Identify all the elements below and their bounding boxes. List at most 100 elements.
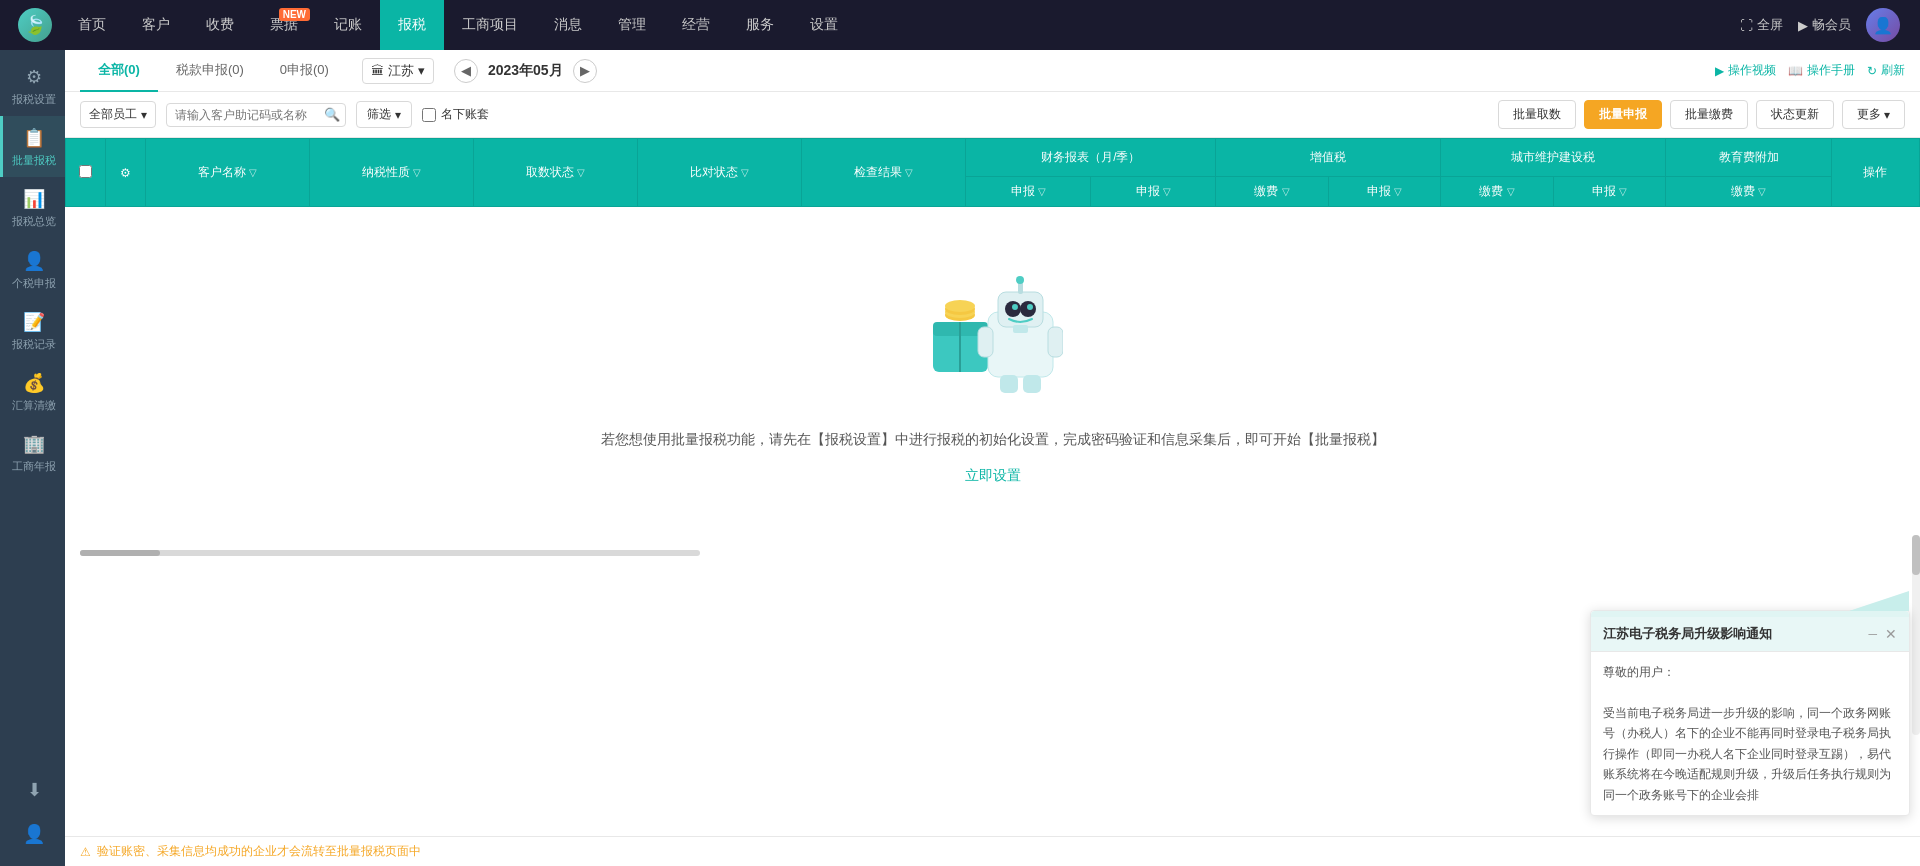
batch-pay-button[interactable]: 批量缴费 <box>1670 100 1748 129</box>
filter-icon[interactable]: ▽ <box>741 167 749 178</box>
employee-select[interactable]: 全部员工 ▾ <box>80 101 156 128</box>
province-selector[interactable]: 🏛 江苏 ▾ <box>362 58 434 84</box>
nav-service[interactable]: 服务 <box>728 0 792 50</box>
filter-icon[interactable]: ▽ <box>1282 186 1290 197</box>
nav-business[interactable]: 工商项目 <box>444 0 536 50</box>
setup-link[interactable]: 立即设置 <box>965 467 1021 485</box>
sidebar-download[interactable]: ⬇ <box>0 768 65 812</box>
book-icon: 📖 <box>1788 64 1803 78</box>
bottom-message: 验证账密、采集信息均成功的企业才会流转至批量报税页面中 <box>97 843 421 860</box>
tab-bar: 全部(0) 税款申报(0) 0申报(0) 🏛 江苏 ▾ ◀ 2023年05月 ▶… <box>65 50 1920 92</box>
video-tutorial-button[interactable]: ▶ 操作视频 <box>1715 62 1776 79</box>
filter-icon[interactable]: ▽ <box>249 167 257 178</box>
prev-month-button[interactable]: ◀ <box>454 59 478 83</box>
page-scrollbar[interactable] <box>1912 535 1920 735</box>
sidebar-user[interactable]: 👤 <box>0 812 65 856</box>
tab-right-actions: ▶ 操作视频 📖 操作手册 ↻ 刷新 <box>1715 62 1905 79</box>
account-set-checkbox-label[interactable]: 名下账套 <box>422 106 489 123</box>
compare-status-header: 比对状态 ▽ <box>638 139 802 207</box>
scroll-thumb <box>80 550 160 556</box>
close-icon[interactable]: ✕ <box>1885 626 1897 642</box>
filter-icon[interactable]: ▽ <box>1758 186 1766 197</box>
nav-invoice[interactable]: 票据 NEW <box>252 0 316 50</box>
logo-icon: 🍃 <box>18 8 52 42</box>
tab-zero-declaration[interactable]: 0申报(0) <box>262 50 347 92</box>
nav-billing[interactable]: 收费 <box>188 0 252 50</box>
scrollbar-thumb <box>1912 535 1920 575</box>
tab-tax-declaration[interactable]: 税款申报(0) <box>158 50 262 92</box>
svg-point-13 <box>1012 304 1018 310</box>
nav-settings[interactable]: 设置 <box>792 0 856 50</box>
filter-icon[interactable]: ▽ <box>1507 186 1515 197</box>
select-all-checkbox[interactable] <box>79 165 92 178</box>
manual-button[interactable]: 📖 操作手册 <box>1788 62 1855 79</box>
filter-icon[interactable]: ▽ <box>1038 186 1046 197</box>
refresh-icon: ↻ <box>1867 64 1877 78</box>
svg-point-14 <box>1027 304 1033 310</box>
robot-svg <box>923 267 1063 407</box>
status-update-button[interactable]: 状态更新 <box>1756 100 1834 129</box>
search-icon[interactable]: 🔍 <box>324 107 340 122</box>
urban-declare-header: 申报 ▽ <box>1328 177 1440 207</box>
select-all-header <box>66 139 106 207</box>
sidebar: ⚙ 报税设置 📋 批量报税 📊 报税总览 👤 个税申报 📝 报税记录 💰 汇算清… <box>0 50 65 866</box>
operation-header: 操作 <box>1831 139 1919 207</box>
settings-icon: ⚙ <box>120 166 131 180</box>
nav-customer[interactable]: 客户 <box>124 0 188 50</box>
notification-title: 江苏电子税务局升级影响通知 <box>1603 625 1772 643</box>
filter-icon[interactable]: ▽ <box>1163 186 1171 197</box>
svg-rect-20 <box>1000 375 1018 393</box>
month-display: 2023年05月 <box>488 62 563 80</box>
filter-bar-actions: 批量取数 批量申报 批量缴费 状态更新 更多 ▾ <box>1498 100 1905 129</box>
collapse-icon[interactable]: ─ <box>1868 627 1877 641</box>
sidebar-item-annual-report[interactable]: 🏢 工商年报 <box>0 422 65 483</box>
filter-icon[interactable]: ▽ <box>577 167 585 178</box>
svg-rect-21 <box>1023 375 1041 393</box>
nav-bookkeeping[interactable]: 记账 <box>316 0 380 50</box>
tab-all[interactable]: 全部(0) <box>80 50 158 92</box>
sidebar-item-tax-settings[interactable]: ⚙ 报税设置 <box>0 55 65 116</box>
member-button[interactable]: ▶ 畅会员 <box>1798 16 1851 34</box>
app-logo[interactable]: 🍃 <box>10 8 60 42</box>
individual-tax-icon: 👤 <box>22 249 46 273</box>
search-input[interactable] <box>166 103 346 127</box>
new-badge: NEW <box>279 8 310 21</box>
sidebar-item-tax-records[interactable]: 📝 报税记录 <box>0 300 65 361</box>
filter-button[interactable]: 筛选 ▾ <box>356 101 412 128</box>
filter-icon[interactable]: ▽ <box>1394 186 1402 197</box>
vat-declare-header: 申报 ▽ <box>1091 177 1216 207</box>
empty-message: 若您想使用批量报税功能，请先在【报税设置】中进行报税的初始化设置，完成密码验证和… <box>601 427 1385 452</box>
filter-icon[interactable]: ▽ <box>413 167 421 178</box>
nav-message[interactable]: 消息 <box>536 0 600 50</box>
user-avatar[interactable]: 👤 <box>1866 8 1900 42</box>
nav-home[interactable]: 首页 <box>60 0 124 50</box>
vat-pay-header: 缴费 ▽ <box>1216 177 1328 207</box>
account-set-checkbox[interactable] <box>422 108 436 122</box>
fullscreen-button[interactable]: ⛶ 全屏 <box>1740 16 1783 34</box>
search-wrapper: 🔍 <box>166 103 346 127</box>
records-icon: 📝 <box>22 310 46 334</box>
filter-bar: 全部员工 ▾ 🔍 筛选 ▾ 名下账套 批量取数 批量申报 <box>65 92 1920 138</box>
filter-icon[interactable]: ▽ <box>1619 186 1627 197</box>
financial-declare-header: 申报 ▽ <box>966 177 1091 207</box>
sidebar-item-tax-overview[interactable]: 📊 报税总览 <box>0 177 65 238</box>
education-surcharge-header: 教育费附加 <box>1666 139 1831 177</box>
batch-declare-button[interactable]: 批量申报 <box>1584 100 1662 129</box>
nav-tax[interactable]: 报税 <box>380 0 444 50</box>
next-month-button[interactable]: ▶ <box>573 59 597 83</box>
financial-report-header: 财务报表（月/季） <box>966 139 1216 177</box>
refresh-button[interactable]: ↻ 刷新 <box>1867 62 1905 79</box>
sidebar-item-batch-tax[interactable]: 📋 批量报税 <box>0 116 65 177</box>
nav-operation[interactable]: 经营 <box>664 0 728 50</box>
horizontal-scrollbar[interactable] <box>80 550 700 556</box>
nav-items: 首页 客户 收费 票据 NEW 记账 报税 工商项目 消息 管理 经营 服务 设… <box>60 0 1740 50</box>
bottom-bar: ⚠ 验证账密、采集信息均成功的企业才会流转至批量报税页面中 <box>65 836 1920 866</box>
sidebar-item-individual-tax[interactable]: 👤 个税申报 <box>0 239 65 300</box>
more-button[interactable]: 更多 ▾ <box>1842 100 1905 129</box>
filter-icon[interactable]: ▽ <box>905 167 913 178</box>
chevron-down-icon: ▾ <box>1884 108 1890 122</box>
batch-fetch-button[interactable]: 批量取数 <box>1498 100 1576 129</box>
sidebar-item-annual-settlement[interactable]: 💰 汇算清缴 <box>0 361 65 422</box>
tax-type-header: 纳税性质 ▽ <box>310 139 474 207</box>
nav-management[interactable]: 管理 <box>600 0 664 50</box>
